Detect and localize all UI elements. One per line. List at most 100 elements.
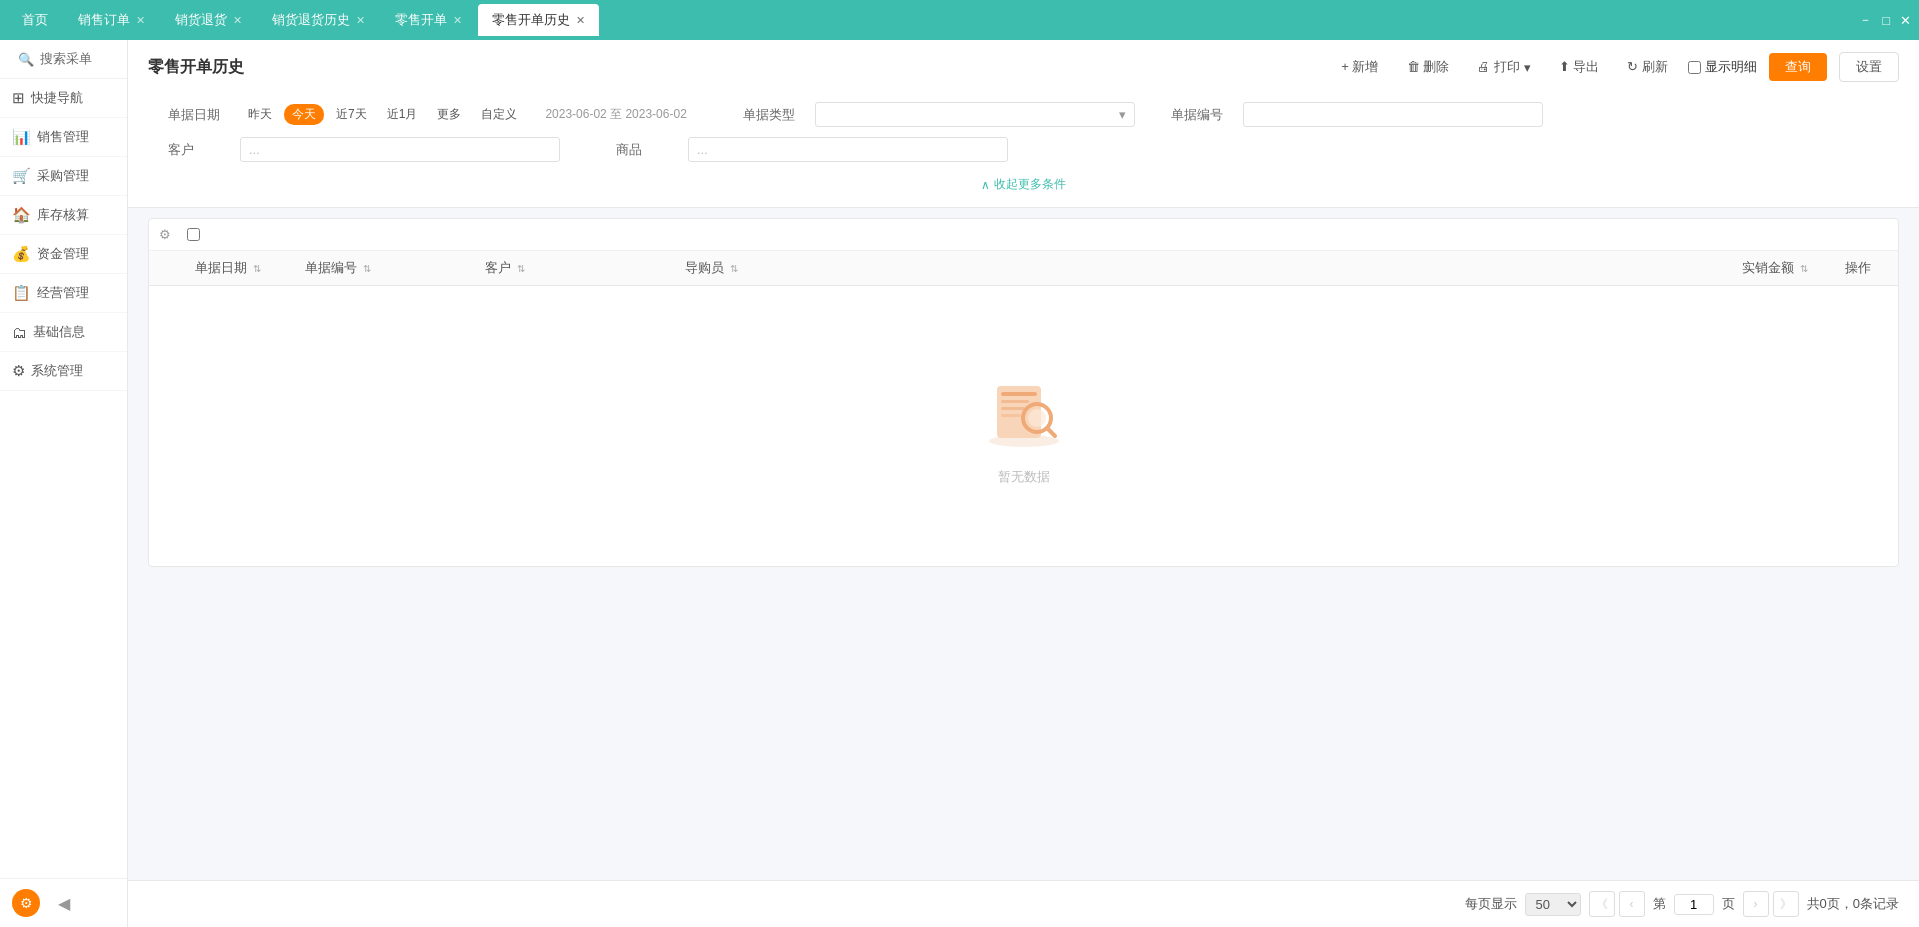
tab-retail-open-history-close[interactable]: ✕ [576, 14, 585, 27]
date-opt-month[interactable]: 近1月 [379, 104, 426, 125]
delete-button[interactable]: 🗑 删除 [1399, 54, 1458, 80]
tab-sales-return-label: 销货退货 [175, 11, 227, 29]
date-opt-week[interactable]: 近7天 [328, 104, 375, 125]
export-button[interactable]: ⬆ 导出 [1551, 54, 1608, 80]
export-label: ⬆ 导出 [1559, 58, 1600, 76]
col-guide-sort[interactable]: ⇅ [730, 263, 738, 274]
tab-sales-return-history-close[interactable]: ✕ [356, 14, 365, 27]
page-nav: 《 ‹ 第 页 › 》 [1589, 891, 1799, 917]
add-button[interactable]: + 新增 [1333, 54, 1386, 80]
page-prev-button[interactable]: ‹ [1619, 891, 1645, 917]
customer-placeholder: ... [249, 142, 260, 157]
date-opt-custom[interactable]: 自定义 [473, 104, 525, 125]
sidebar-collapse-icon: ◀ [58, 894, 70, 913]
col-op-label: 操作 [1845, 260, 1871, 275]
tab-retail-open[interactable]: 零售开单 ✕ [381, 4, 476, 36]
date-range: 2023-06-02 至 2023-06-02 [545, 106, 686, 123]
page-first-button[interactable]: 《 [1589, 891, 1615, 917]
col-amount-sort[interactable]: ⇅ [1800, 263, 1808, 274]
col-header-amount[interactable]: 实销金额 ⇅ [1698, 251, 1818, 286]
delete-label: 🗑 删除 [1407, 58, 1450, 76]
date-opt-more[interactable]: 更多 [429, 104, 469, 125]
tab-retail-open-close[interactable]: ✕ [453, 14, 462, 27]
window-maximize[interactable]: □ [1882, 13, 1890, 28]
table-header: 单据日期 ⇅ 单据编号 ⇅ 客户 ⇅ [149, 251, 1898, 286]
date-opt-yesterday[interactable]: 昨天 [240, 104, 280, 125]
col-no-label: 单据编号 [305, 260, 357, 275]
sidebar-item-purchase-mgmt[interactable]: 🛒 采购管理 [0, 157, 127, 196]
goods-select[interactable]: ... [688, 137, 1008, 162]
collapse-icon: ∧ [981, 178, 990, 192]
empty-state: 暂无数据 [149, 286, 1898, 566]
col-header-guide[interactable]: 导购员 ⇅ [675, 251, 795, 286]
type-select[interactable]: ▾ [815, 102, 1135, 127]
sidebar-item-operations-label: 经营管理 [37, 284, 89, 302]
sidebar-item-operations[interactable]: 📋 经营管理 [0, 274, 127, 313]
collapse-filter-button[interactable]: ∧ 收起更多条件 [168, 172, 1879, 197]
page-last-button[interactable]: 》 [1773, 891, 1799, 917]
page-next-button[interactable]: › [1743, 891, 1769, 917]
settings-button[interactable]: 设置 [1839, 52, 1899, 82]
tab-retail-open-history[interactable]: 零售开单历史 ✕ [478, 4, 599, 36]
col-header-op: 操作 [1818, 251, 1898, 286]
customer-label: 客户 [168, 141, 224, 159]
page-input[interactable] [1674, 894, 1714, 915]
col-customer-sort[interactable]: ⇅ [517, 263, 525, 274]
col-header-customer[interactable]: 客户 ⇅ [475, 251, 675, 286]
col-date-label: 单据日期 [195, 260, 247, 275]
no-input[interactable] [1243, 102, 1543, 127]
empty-text: 暂无数据 [998, 468, 1050, 486]
sidebar-item-system[interactable]: ⚙ 系统管理 [0, 352, 127, 391]
sidebar-search[interactable]: 🔍 搜索采单 [0, 40, 127, 79]
display-detail-label: 显示明细 [1705, 58, 1757, 76]
date-options: 昨天 今天 近7天 近1月 更多 自定义 [240, 104, 525, 125]
tab-sales-return-close[interactable]: ✕ [233, 14, 242, 27]
col-header-date[interactable]: 单据日期 ⇅ [185, 251, 295, 286]
tab-home[interactable]: 首页 [8, 4, 62, 36]
empty-illustration [979, 366, 1069, 456]
print-label: 🖨 打印 [1477, 58, 1520, 76]
window-controls: － □ ✕ [1859, 11, 1911, 29]
sidebar-settings-button[interactable]: ⚙ [12, 889, 40, 917]
tab-sales-return[interactable]: 销货退货 ✕ [161, 4, 256, 36]
system-icon: ⚙ [12, 362, 25, 380]
customer-select[interactable]: ... [240, 137, 560, 162]
table-container: ⚙ 单据日期 ⇅ 单据编号 ⇅ [148, 218, 1899, 567]
display-detail-checkbox[interactable] [1688, 61, 1701, 74]
tab-retail-open-label: 零售开单 [395, 11, 447, 29]
print-button[interactable]: 🖨 打印 ▾ [1469, 54, 1539, 80]
page-title-row: 零售开单历史 + 新增 🗑 删除 🖨 打印 ▾ ⬆ 导出 [148, 52, 1899, 82]
refresh-button[interactable]: ↻ 刷新 [1619, 54, 1676, 80]
sidebar-item-basic-info[interactable]: 🗂 基础信息 [0, 313, 127, 352]
no-label: 单据编号 [1171, 106, 1227, 124]
display-detail[interactable]: 显示明细 [1688, 58, 1757, 76]
col-no-sort[interactable]: ⇅ [363, 263, 371, 274]
sidebar-item-quick-nav[interactable]: ⊞ 快捷导航 [0, 79, 127, 118]
sidebar-item-basic-info-label: 基础信息 [33, 323, 85, 341]
sidebar-item-finance[interactable]: 💰 资金管理 [0, 235, 127, 274]
goods-label: 商品 [616, 141, 672, 159]
col-header-extra [795, 251, 1698, 286]
table-settings-icon[interactable]: ⚙ [159, 227, 171, 242]
col-date-sort[interactable]: ⇅ [253, 263, 261, 274]
sidebar-item-inventory[interactable]: 🏠 库存核算 [0, 196, 127, 235]
table-toolbar: ⚙ [149, 219, 1898, 251]
page-size-select[interactable]: 50 10 20 100 [1525, 893, 1581, 916]
svg-rect-3 [1001, 400, 1029, 403]
window-close[interactable]: ✕ [1900, 13, 1911, 28]
sidebar-item-sales-mgmt-label: 销售管理 [37, 128, 89, 146]
purchase-mgmt-icon: 🛒 [12, 167, 31, 185]
sidebar-collapse-button[interactable]: ◀ [50, 889, 78, 917]
tab-sales-order[interactable]: 销售订单 ✕ [64, 4, 159, 36]
date-opt-today[interactable]: 今天 [284, 104, 324, 125]
total-info: 共0页，0条记录 [1807, 895, 1899, 913]
window-minimize[interactable]: － [1859, 11, 1872, 29]
select-all-checkbox[interactable] [187, 228, 200, 241]
type-arrow-icon: ▾ [1119, 107, 1126, 122]
tab-sales-order-label: 销售订单 [78, 11, 130, 29]
sidebar-item-sales-mgmt[interactable]: 📊 销售管理 [0, 118, 127, 157]
query-button[interactable]: 查询 [1769, 53, 1827, 81]
col-header-no[interactable]: 单据编号 ⇅ [295, 251, 475, 286]
tab-sales-order-close[interactable]: ✕ [136, 14, 145, 27]
tab-sales-return-history[interactable]: 销货退货历史 ✕ [258, 4, 379, 36]
